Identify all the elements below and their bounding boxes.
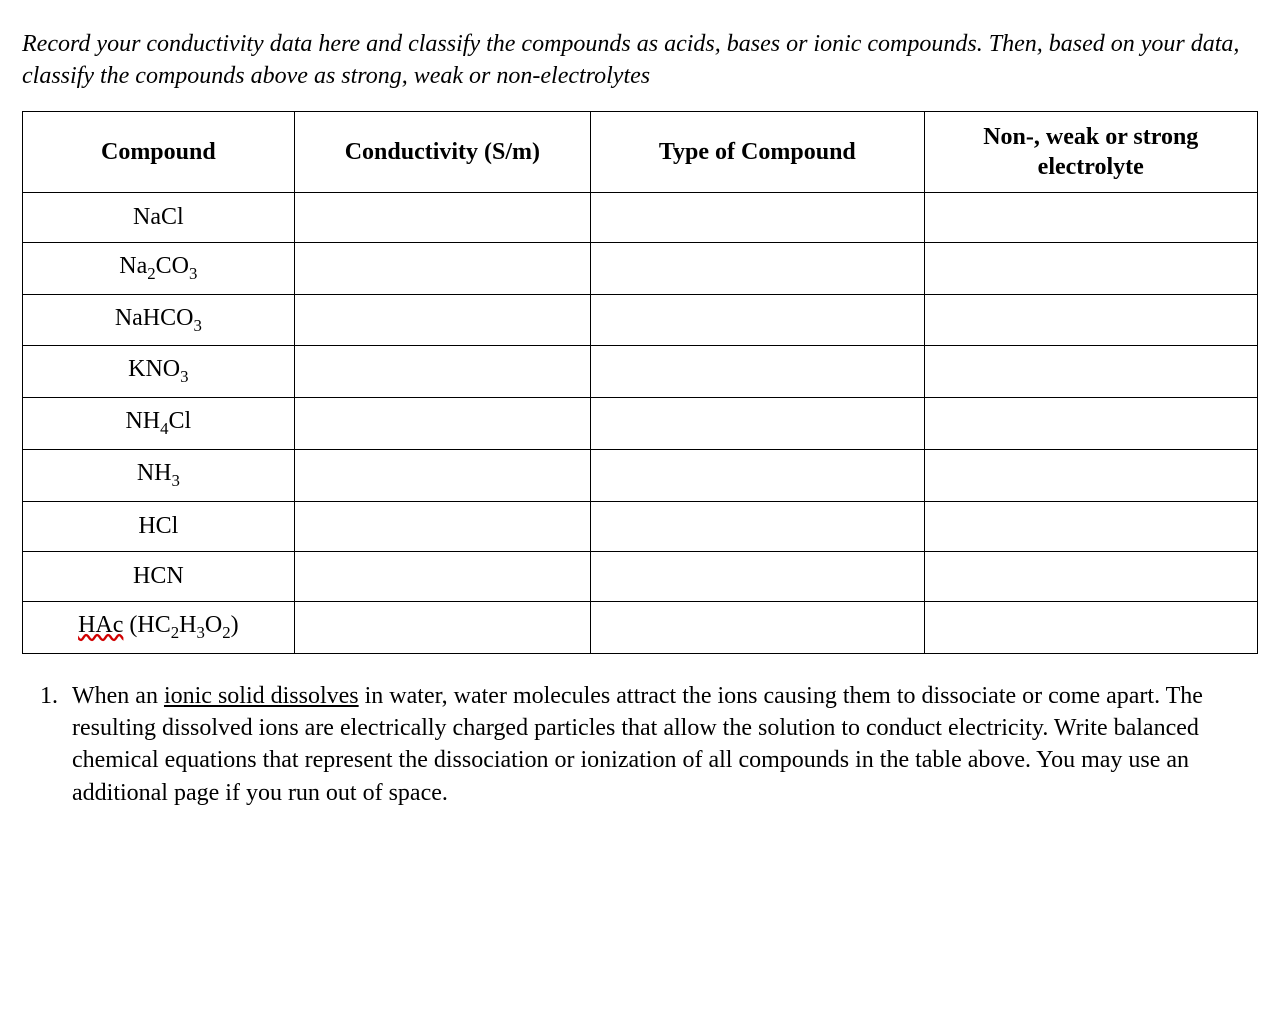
electrolyte-cell[interactable] bbox=[924, 601, 1257, 653]
table-row: HAc (HC2H3O2) bbox=[23, 601, 1258, 653]
table-row: KNO3 bbox=[23, 346, 1258, 398]
question-1: When an ionic solid dissolves in water, … bbox=[64, 680, 1258, 810]
type-cell[interactable] bbox=[591, 449, 924, 501]
conductivity-cell[interactable] bbox=[294, 346, 590, 398]
table-row: Na2CO3 bbox=[23, 242, 1258, 294]
type-cell[interactable] bbox=[591, 242, 924, 294]
electrolyte-cell[interactable] bbox=[924, 346, 1257, 398]
question-pre: When an bbox=[72, 683, 164, 709]
header-conductivity: Conductivity (S/m) bbox=[294, 111, 590, 192]
compound-cell: KNO3 bbox=[23, 346, 295, 398]
compound-cell: HAc (HC2H3O2) bbox=[23, 601, 295, 653]
type-cell[interactable] bbox=[591, 398, 924, 450]
compound-cell: HCN bbox=[23, 551, 295, 601]
conductivity-cell[interactable] bbox=[294, 398, 590, 450]
question-block: When an ionic solid dissolves in water, … bbox=[22, 680, 1258, 810]
electrolyte-cell[interactable] bbox=[924, 501, 1257, 551]
table-row: NaCl bbox=[23, 192, 1258, 242]
table-row: NH3 bbox=[23, 449, 1258, 501]
compound-cell: Na2CO3 bbox=[23, 242, 295, 294]
electrolyte-cell[interactable] bbox=[924, 398, 1257, 450]
conductivity-cell[interactable] bbox=[294, 551, 590, 601]
electrolyte-cell[interactable] bbox=[924, 242, 1257, 294]
table-row: NaHCO3 bbox=[23, 294, 1258, 346]
conductivity-cell[interactable] bbox=[294, 192, 590, 242]
conductivity-cell[interactable] bbox=[294, 242, 590, 294]
compound-cell: NaHCO3 bbox=[23, 294, 295, 346]
table-row: HCl bbox=[23, 501, 1258, 551]
type-cell[interactable] bbox=[591, 192, 924, 242]
compound-cell: NH4Cl bbox=[23, 398, 295, 450]
instruction-text: Record your conductivity data here and c… bbox=[22, 28, 1258, 93]
question-underlined: ionic solid dissolves bbox=[164, 683, 359, 709]
type-cell[interactable] bbox=[591, 551, 924, 601]
type-cell[interactable] bbox=[591, 294, 924, 346]
type-cell[interactable] bbox=[591, 346, 924, 398]
table-row: NH4Cl bbox=[23, 398, 1258, 450]
compound-cell: NH3 bbox=[23, 449, 295, 501]
header-type: Type of Compound bbox=[591, 111, 924, 192]
electrolyte-cell[interactable] bbox=[924, 551, 1257, 601]
electrolyte-cell[interactable] bbox=[924, 294, 1257, 346]
header-compound: Compound bbox=[23, 111, 295, 192]
electrolyte-cell[interactable] bbox=[924, 192, 1257, 242]
header-electrolyte: Non-, weak or strong electrolyte bbox=[924, 111, 1257, 192]
conductivity-cell[interactable] bbox=[294, 294, 590, 346]
type-cell[interactable] bbox=[591, 501, 924, 551]
table-header-row: Compound Conductivity (S/m) Type of Comp… bbox=[23, 111, 1258, 192]
table-row: HCN bbox=[23, 551, 1258, 601]
type-cell[interactable] bbox=[591, 601, 924, 653]
conductivity-cell[interactable] bbox=[294, 501, 590, 551]
electrolyte-cell[interactable] bbox=[924, 449, 1257, 501]
compound-cell: HCl bbox=[23, 501, 295, 551]
conductivity-cell[interactable] bbox=[294, 601, 590, 653]
conductivity-cell[interactable] bbox=[294, 449, 590, 501]
compounds-table: Compound Conductivity (S/m) Type of Comp… bbox=[22, 111, 1258, 654]
compound-cell: NaCl bbox=[23, 192, 295, 242]
